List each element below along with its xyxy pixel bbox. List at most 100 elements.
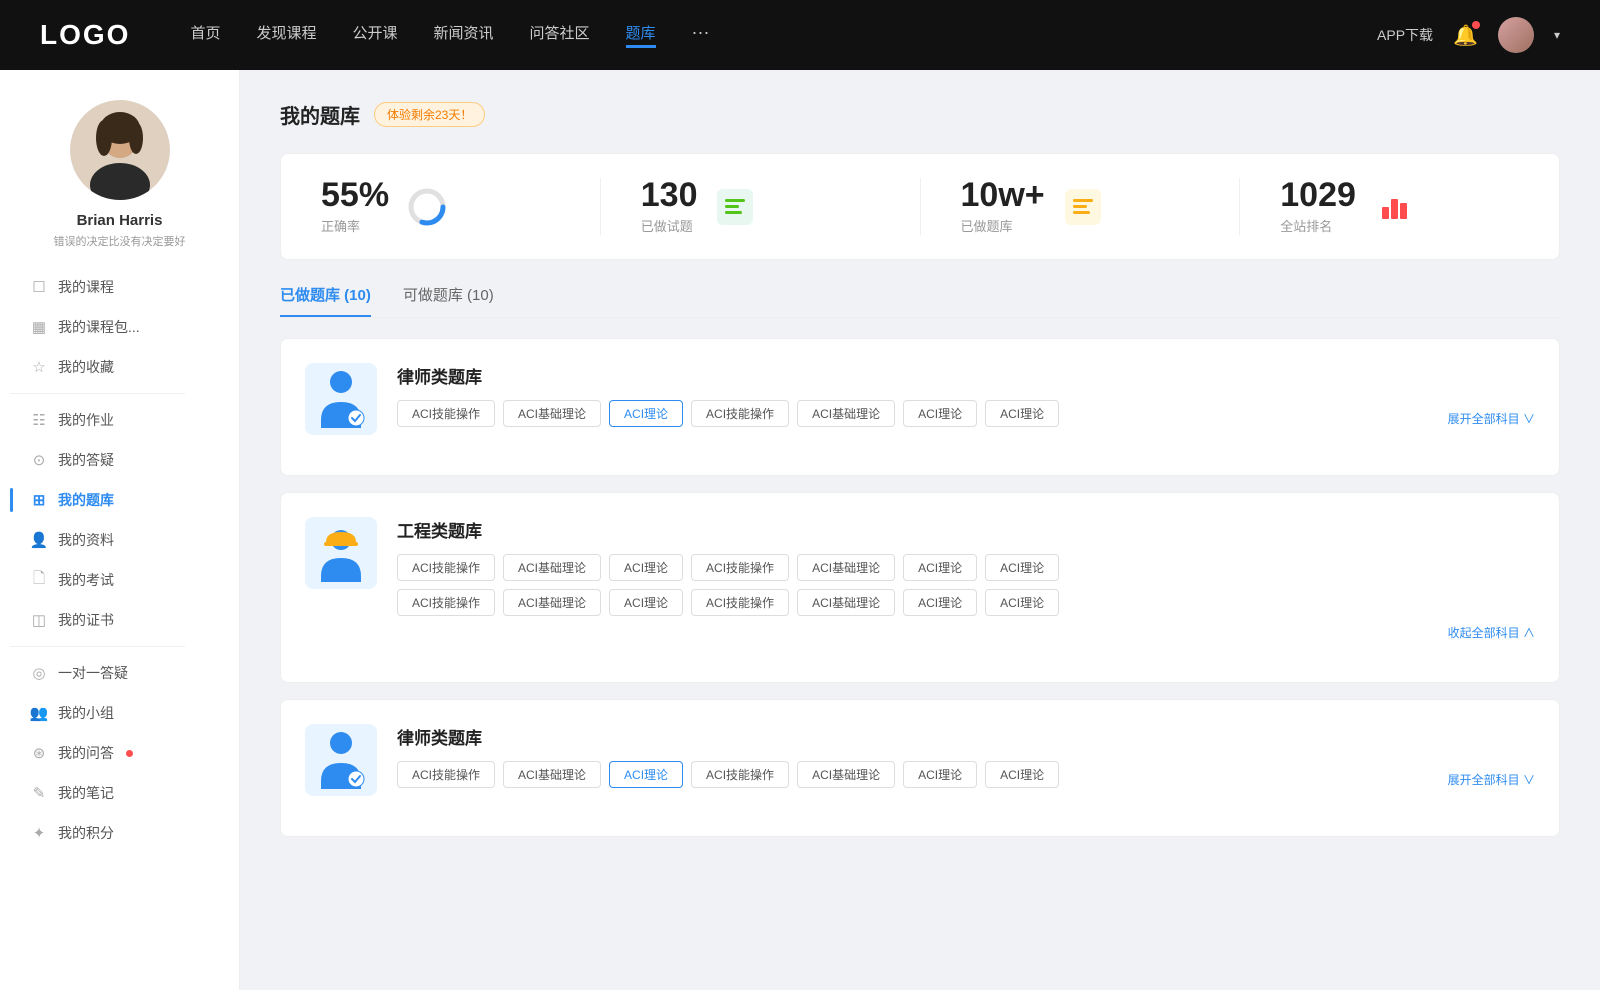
people-icon: 👤 xyxy=(30,531,48,549)
star-icon: ☆ xyxy=(30,358,48,376)
tag-3-3[interactable]: ACI技能操作 xyxy=(691,761,789,788)
main-content: 我的题库 体验剩余23天！ 55% 正确率 xyxy=(240,70,1600,990)
tag-2-1[interactable]: ACI基础理论 xyxy=(503,554,601,581)
tag-1-6[interactable]: ACI理论 xyxy=(985,400,1059,427)
tag-1-1[interactable]: ACI基础理论 xyxy=(503,400,601,427)
list-green-icon xyxy=(713,185,757,229)
sidebar-item-questions[interactable]: ⊛ 我的问答 xyxy=(10,733,229,773)
qbank-card-engineer: 工程类题库 ACI技能操作 ACI基础理论 ACI理论 ACI技能操作 ACI基… xyxy=(280,492,1560,683)
tag-3-0[interactable]: ACI技能操作 xyxy=(397,761,495,788)
expand-link-3[interactable]: 展开全部科目 ∨ xyxy=(1448,771,1535,788)
page-header: 我的题库 体验剩余23天！ xyxy=(280,100,1560,129)
qbank-card-header: 律师类题库 ACI技能操作 ACI基础理论 ACI理论 ACI技能操作 ACI基… xyxy=(305,363,1535,435)
sidebar-item-label: 我的小组 xyxy=(58,703,114,723)
sidebar-divider-2 xyxy=(10,646,185,647)
sidebar-item-label: 一对一答疑 xyxy=(58,663,128,683)
notification-bell-icon[interactable]: 🔔 xyxy=(1453,23,1478,48)
collapse-link-2[interactable]: 收起全部科目 ∧ xyxy=(1448,626,1535,640)
nav-open-course[interactable]: 公开课 xyxy=(352,22,397,48)
sidebar-item-label: 我的课程包... xyxy=(58,317,140,337)
engineer-bank-icon xyxy=(305,517,377,589)
chart-red-icon xyxy=(1372,185,1416,229)
nav-news[interactable]: 新闻资讯 xyxy=(434,22,494,48)
tag-2b-0[interactable]: ACI技能操作 xyxy=(397,589,495,616)
group-icon: 👥 xyxy=(30,704,48,722)
nav-more[interactable]: ··· xyxy=(692,22,710,48)
avatar-image xyxy=(70,100,170,200)
tag-2b-6[interactable]: ACI理论 xyxy=(985,589,1059,616)
sidebar-item-one-on-one[interactable]: ◎ 一对一答疑 xyxy=(10,653,229,693)
tag-1-3[interactable]: ACI技能操作 xyxy=(691,400,789,427)
list-yellow-icon xyxy=(1061,185,1105,229)
sidebar-item-label: 我的问答 xyxy=(58,743,114,763)
tag-2b-3[interactable]: ACI技能操作 xyxy=(691,589,789,616)
tag-1-4[interactable]: ACI基础理论 xyxy=(797,400,895,427)
avatar[interactable] xyxy=(1498,17,1534,53)
chat-icon: ◎ xyxy=(30,664,48,682)
sidebar-item-label: 我的考试 xyxy=(58,570,114,590)
notification-dot xyxy=(1472,21,1480,29)
sidebar-item-label: 我的答疑 xyxy=(58,450,114,470)
stat-done-banks: 10w+ 已做题库 xyxy=(921,178,1241,235)
sidebar-item-favorites[interactable]: ☆ 我的收藏 xyxy=(10,347,229,387)
sidebar-item-certificate[interactable]: ◫ 我的证书 xyxy=(10,600,229,640)
question-circle-icon: ⊙ xyxy=(30,451,48,469)
stat-rank-text: 1029 全站排名 xyxy=(1280,178,1356,235)
tag-2b-1[interactable]: ACI基础理论 xyxy=(503,589,601,616)
sidebar: Brian Harris 错误的决定比没有决定要好 ☐ 我的课程 ▦ 我的课程包… xyxy=(0,70,240,990)
sidebar-item-label: 我的作业 xyxy=(58,410,114,430)
tag-2-6[interactable]: ACI理论 xyxy=(985,554,1059,581)
logo: LOGO xyxy=(40,19,130,51)
app-download-button[interactable]: APP下载 xyxy=(1377,25,1433,45)
tag-1-0[interactable]: ACI技能操作 xyxy=(397,400,495,427)
sidebar-item-label: 我的题库 xyxy=(58,490,114,510)
tag-2-3[interactable]: ACI技能操作 xyxy=(691,554,789,581)
tab-available-banks[interactable]: 可做题库 (10) xyxy=(403,284,494,317)
sidebar-item-course-package[interactable]: ▦ 我的课程包... xyxy=(10,307,229,347)
nav-right-actions: APP下载 🔔 ▾ xyxy=(1377,17,1560,53)
sidebar-item-homework[interactable]: ☷ 我的作业 xyxy=(10,400,229,440)
nav-home[interactable]: 首页 xyxy=(190,22,220,48)
tags-row-1: ACI技能操作 ACI基础理论 ACI理论 ACI技能操作 ACI基础理论 AC… xyxy=(397,400,1535,427)
tag-3-5[interactable]: ACI理论 xyxy=(903,761,977,788)
tab-done-banks[interactable]: 已做题库 (10) xyxy=(280,284,371,317)
certificate-icon: ◫ xyxy=(30,611,48,629)
sidebar-item-profile[interactable]: 👤 我的资料 xyxy=(10,520,229,560)
tags-row-3: ACI技能操作 ACI基础理论 ACI理论 ACI技能操作 ACI基础理论 AC… xyxy=(397,761,1535,788)
qbank-card-lawyer-2: 律师类题库 ACI技能操作 ACI基础理论 ACI理论 ACI技能操作 ACI基… xyxy=(280,699,1560,837)
sidebar-item-question-bank[interactable]: ⊞ 我的题库 xyxy=(10,480,229,520)
qbank-title-1: 律师类题库 xyxy=(397,363,1535,388)
tag-2-5[interactable]: ACI理论 xyxy=(903,554,977,581)
nav-questionbank[interactable]: 题库 xyxy=(626,22,656,48)
sidebar-item-exam[interactable]: 🗋 我的考试 xyxy=(10,560,229,600)
tag-3-4[interactable]: ACI基础理论 xyxy=(797,761,895,788)
stat-done-questions: 130 已做试题 xyxy=(601,178,921,235)
tag-3-6[interactable]: ACI理论 xyxy=(985,761,1059,788)
tag-2b-4[interactable]: ACI基础理论 xyxy=(797,589,895,616)
tag-3-1[interactable]: ACI基础理论 xyxy=(503,761,601,788)
tag-1-2[interactable]: ACI理论 xyxy=(609,400,683,427)
donut-chart-icon xyxy=(405,185,449,229)
tag-2b-5[interactable]: ACI理论 xyxy=(903,589,977,616)
nav-discover[interactable]: 发现课程 xyxy=(256,22,316,48)
tag-2-0[interactable]: ACI技能操作 xyxy=(397,554,495,581)
tag-2-2[interactable]: ACI理论 xyxy=(609,554,683,581)
qbank-card-header-2: 工程类题库 ACI技能操作 ACI基础理论 ACI理论 ACI技能操作 ACI基… xyxy=(305,517,1535,642)
stat-done-banks-text: 10w+ 已做题库 xyxy=(961,178,1045,235)
sidebar-item-label: 我的资料 xyxy=(58,530,114,550)
stat-done-banks-value: 10w+ xyxy=(961,178,1045,212)
tag-2-4[interactable]: ACI基础理论 xyxy=(797,554,895,581)
sidebar-item-qa[interactable]: ⊙ 我的答疑 xyxy=(10,440,229,480)
sidebar-item-points[interactable]: ✦ 我的积分 xyxy=(10,813,229,853)
nav-qa[interactable]: 问答社区 xyxy=(530,22,590,48)
tag-2b-2[interactable]: ACI理论 xyxy=(609,589,683,616)
chevron-down-icon[interactable]: ▾ xyxy=(1554,28,1560,42)
tag-3-2[interactable]: ACI理论 xyxy=(609,761,683,788)
tag-1-5[interactable]: ACI理论 xyxy=(903,400,977,427)
expand-link-1[interactable]: 展开全部科目 ∨ xyxy=(1448,410,1535,427)
trial-badge: 体验剩余23天！ xyxy=(374,102,485,127)
sidebar-item-group[interactable]: 👥 我的小组 xyxy=(10,693,229,733)
sidebar-item-my-course[interactable]: ☐ 我的课程 xyxy=(10,267,229,307)
nav-links: 首页 发现课程 公开课 新闻资讯 问答社区 题库 ··· xyxy=(190,22,1377,48)
sidebar-item-notes[interactable]: ✎ 我的笔记 xyxy=(10,773,229,813)
